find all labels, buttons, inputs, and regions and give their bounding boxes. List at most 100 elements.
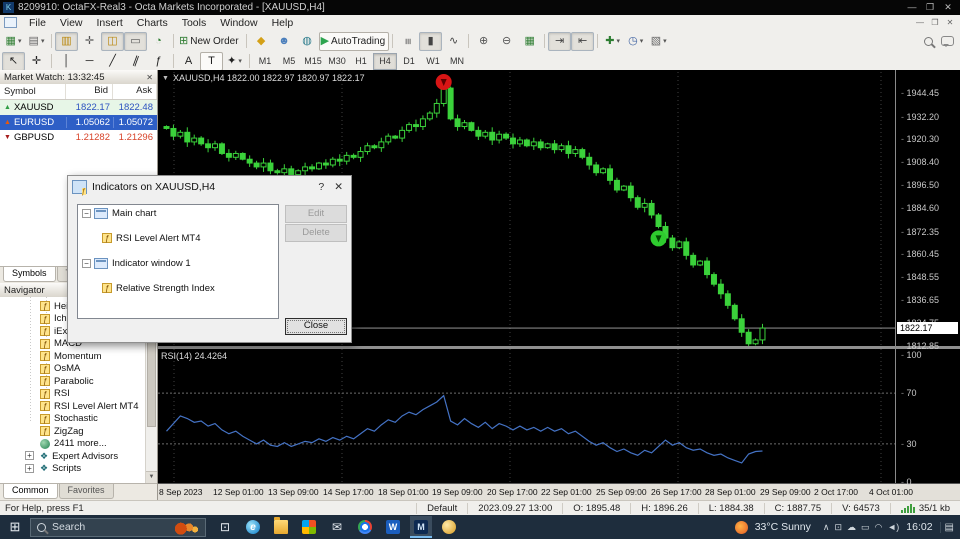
web-terminal-button[interactable]: ◍ [296,32,319,51]
templates-button[interactable]: ▧ ▾ [647,32,670,51]
timeframe-h1[interactable]: H1 [349,53,373,70]
data-window-button[interactable]: ✛ [78,32,101,51]
navigator-item-rsi-level-alert-mt4[interactable]: ƒ RSI Level Alert MT4 [40,400,138,413]
candlestick-mode-button[interactable]: ▮ [419,31,443,51]
display-icon[interactable]: ⊡ [834,522,842,532]
menu-charts[interactable]: Charts [130,17,175,29]
close-button[interactable]: Close [285,318,347,335]
chart-window-icon[interactable] [4,17,17,28]
expand-plus-icon[interactable]: + [25,463,34,473]
gold-app-icon[interactable] [438,516,460,538]
timeframe-m1[interactable]: M1 [253,53,277,70]
scrollbar-down-icon[interactable]: ▼ [146,471,157,483]
vertical-line-button[interactable]: │ [55,52,78,71]
column-ask[interactable]: Ask [113,84,157,99]
menu-insert[interactable]: Insert [90,17,130,29]
status-profile[interactable]: Default [416,503,467,514]
navigator-item-osma[interactable]: ƒ OsMA [40,363,80,376]
text-button[interactable]: A [177,52,200,71]
symbol-row-xauusd[interactable]: ▲ XAUUSD 1822.17 1822.48 [0,100,157,115]
battery-icon[interactable]: ▭ [861,522,870,532]
task-view-icon[interactable]: ⊡ [214,516,236,538]
edit-button[interactable]: Edit [285,205,347,223]
zoom-in-button[interactable]: ⊕ [472,32,495,51]
new-order-button[interactable]: ⊞ New Order [177,32,243,51]
timeframe-h4[interactable]: H4 [373,52,397,70]
delete-button[interactable]: Delete [285,224,347,242]
dialog-title-bar[interactable]: Indicators on XAUUSD,H4 ? ✕ [68,176,351,197]
menu-help[interactable]: Help [265,17,301,29]
fibonacci-button[interactable]: ƒ [147,52,170,71]
tab-favorites[interactable]: Favorites [58,484,114,499]
navigator-item-rsi[interactable]: ƒ RSI [40,388,70,401]
collapse-minus-icon[interactable]: − [82,208,91,218]
start-button[interactable]: ⊞ [0,519,30,535]
taskbar-clock[interactable]: 16:02 [906,521,932,533]
taskbar-search-input[interactable]: Search [30,517,206,537]
metaeditor-button[interactable]: ◆ [250,32,273,51]
dialog-help-icon[interactable]: ? [318,181,324,193]
edge-icon[interactable]: e [242,516,264,538]
crosshair-button[interactable]: ✛ [25,52,48,71]
chart-profiles-button[interactable]: ▤ ▾ [25,32,48,51]
timeframe-d1[interactable]: D1 [397,53,421,70]
navigator-item-more[interactable]: 2411 more... [40,438,107,451]
market-watch-button[interactable]: ▥ [55,31,78,51]
minimize-icon[interactable]: — [904,2,920,13]
search-icon[interactable] [924,36,933,46]
terminal-button[interactable]: ▭ [124,31,147,51]
column-symbol[interactable]: Symbol [0,84,66,99]
metatrader-icon[interactable]: M [410,516,432,538]
menu-view[interactable]: View [53,17,90,29]
wifi-icon[interactable]: ◠ [875,522,883,532]
weather-text[interactable]: 33°C Sunny [755,521,811,533]
navigator-group-expert-advisors[interactable]: ❖ Expert Advisors [40,450,118,463]
line-chart-mode-button[interactable]: ∿ [442,32,465,51]
tab-common[interactable]: Common [3,484,58,499]
volume-icon[interactable]: ◄) [887,522,899,532]
child-minimize-icon[interactable]: — [913,18,927,27]
community-button[interactable]: ☻ [273,32,296,51]
dialog-tree-relative-strength-index[interactable]: ƒ Relative Strength Index [78,282,278,295]
restore-icon[interactable]: ❐ [922,2,938,13]
navigator-button[interactable]: ◫ [101,31,124,51]
menu-tools[interactable]: Tools [175,17,214,29]
time-axis[interactable]: 8 Sep 2023 12 Sep 01:00 13 Sep 09:00 14 Sep… [158,483,960,501]
arrows-button[interactable]: ✦ ▾ [223,52,246,71]
child-restore-icon[interactable]: ❐ [928,18,942,27]
zoom-out-button[interactable]: ⊖ [495,32,518,51]
text-label-button[interactable]: T [200,51,223,71]
chevron-up-icon[interactable]: ∧ [823,522,830,532]
child-close-icon[interactable]: ✕ [943,18,957,27]
timeframe-mn[interactable]: MN [445,53,469,70]
menu-window[interactable]: Window [213,17,264,29]
tile-windows-button[interactable]: ▦ [518,32,541,51]
symbol-row-eurusd[interactable]: ▲ EURUSD 1.05062 1.05072 [0,115,157,130]
timeframe-w1[interactable]: W1 [421,53,445,70]
horizontal-line-button[interactable]: ─ [78,52,101,71]
timeframe-m30[interactable]: M30 [325,53,349,70]
dialog-tree-rsi-level-alert-mt4[interactable]: ƒ RSI Level Alert MT4 [78,232,278,245]
chrome-icon[interactable] [354,516,376,538]
auto-scroll-button[interactable]: ⇥ [548,31,572,51]
autotrading-button[interactable]: ▶ AutoTrading [318,31,390,51]
word-icon[interactable]: W [382,516,404,538]
market-watch-header[interactable]: Market Watch: 13:32:45 ✕ [0,70,157,85]
file-explorer-icon[interactable] [270,516,292,538]
dialog-tree-indicator-window-1[interactable]: − Indicator window 1 [78,257,278,270]
navigator-item-zigzag[interactable]: ƒ ZigZag [40,425,84,438]
mail-icon[interactable]: ✉ [326,516,348,538]
chat-icon[interactable] [941,36,954,47]
tab-symbols[interactable]: Symbols [3,267,56,282]
rsi-indicator-chart[interactable] [158,349,895,483]
trendline-button[interactable]: ╱ [101,52,124,71]
bar-chart-mode-button[interactable]: ≡ [396,32,419,51]
navigator-group-scripts[interactable]: ❖ Scripts [40,463,81,476]
dialog-tree-main-chart[interactable]: − Main chart [78,207,278,220]
timeframe-m5[interactable]: M5 [277,53,301,70]
navigator-item-momentum[interactable]: ƒ Momentum [40,350,102,363]
dialog-close-icon[interactable]: ✕ [334,181,343,193]
dialog-indicator-list[interactable]: − Main chart ƒ RSI Level Alert MT4 − Indicato… [77,204,279,319]
equidistant-channel-button[interactable]: ∥ [124,52,147,71]
collapse-minus-icon[interactable]: − [82,258,91,268]
